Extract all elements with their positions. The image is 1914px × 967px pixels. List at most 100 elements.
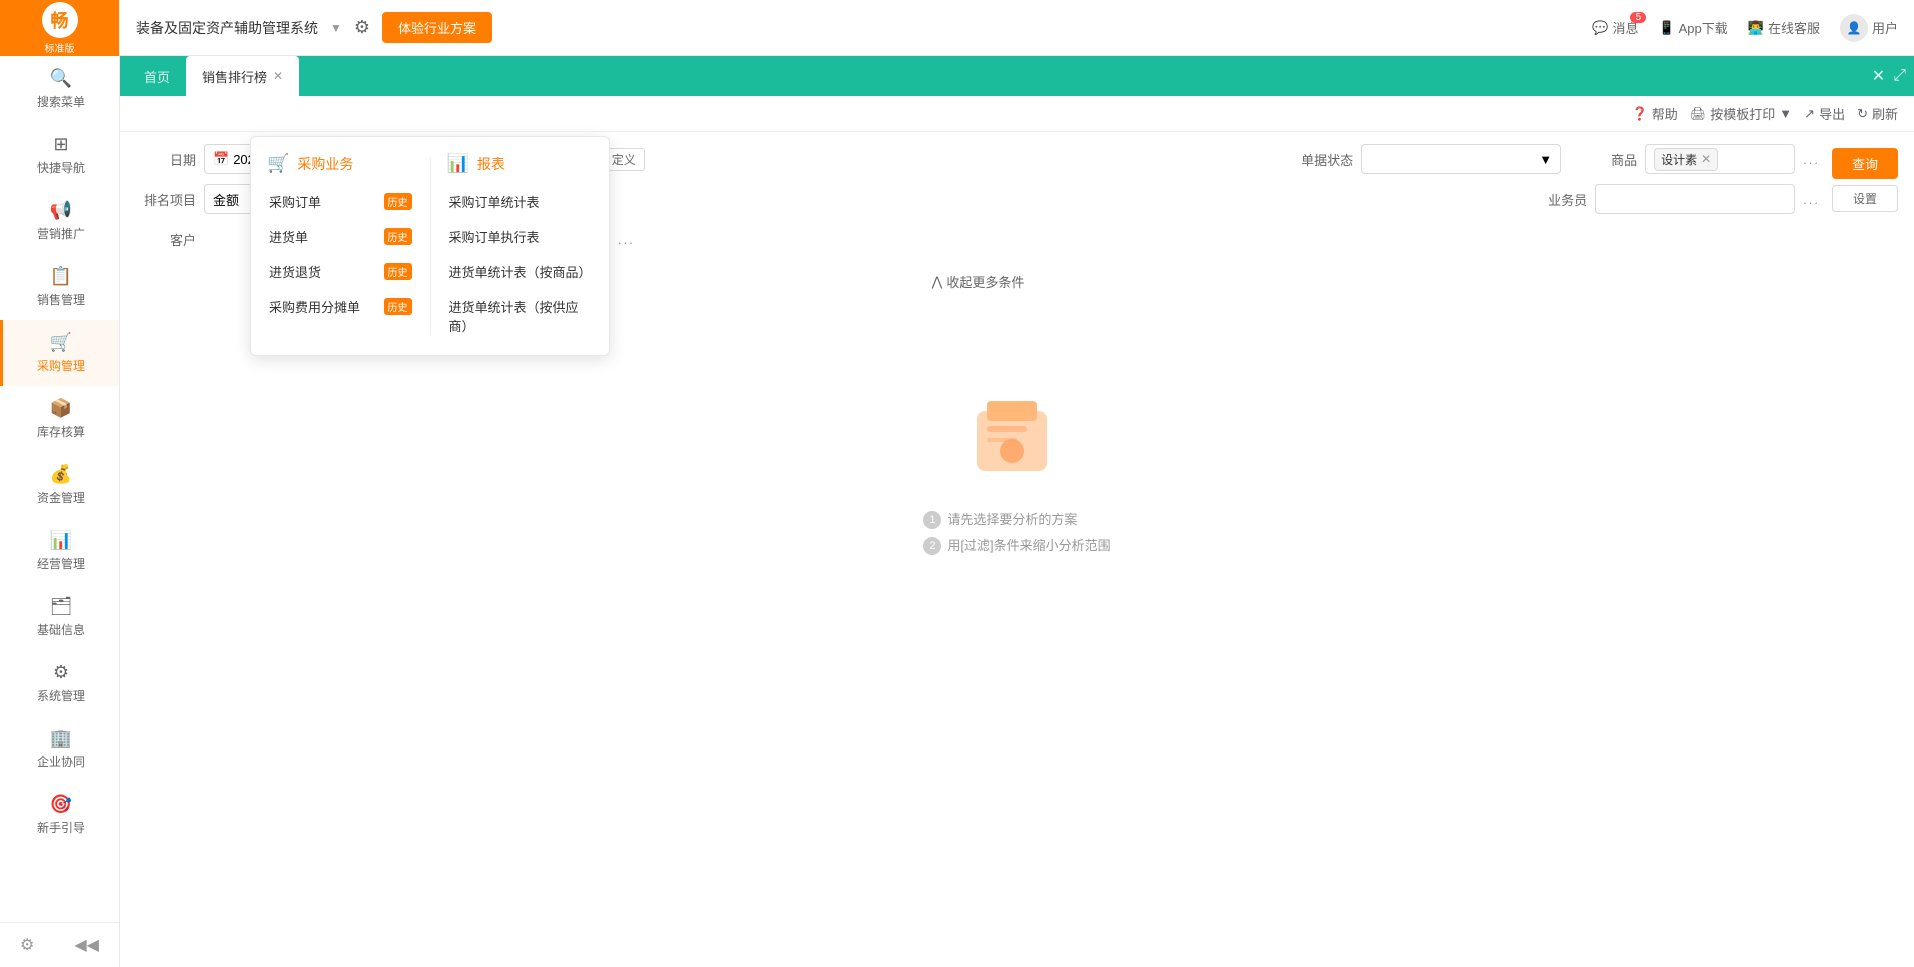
query-btn[interactable]: 查询 bbox=[1832, 148, 1898, 179]
message-badge: 5 bbox=[1630, 12, 1646, 23]
sidebar-item-operations[interactable]: 📊 经营管理 bbox=[0, 518, 119, 584]
salesperson-input[interactable] bbox=[1595, 184, 1795, 214]
collapse-btn[interactable]: ⋀ 收起更多条件 bbox=[932, 272, 1025, 291]
goods-input[interactable]: 设计素 ✕ bbox=[1645, 144, 1795, 174]
empty-illustration bbox=[957, 391, 1077, 491]
inbound-order-badge: 历史 bbox=[384, 228, 412, 245]
sidebar: 畅 标准版 🔍 搜索菜单 ⊞ 快捷导航 📢 营销推广 📋 销售管理 🛒 bbox=[0, 0, 120, 967]
collapse-sidebar-icon[interactable]: ◀◀ bbox=[74, 935, 99, 955]
inbound-stat-goods-item[interactable]: 进货单统计表（按商品） bbox=[439, 254, 602, 289]
inbound-order-label: 进货单 bbox=[269, 227, 308, 246]
message-btn[interactable]: 💬 消息 5 bbox=[1592, 18, 1638, 37]
ranking-value: 金额 bbox=[213, 190, 239, 209]
tabbar-actions: ✕ ⤢ bbox=[1872, 66, 1906, 86]
tab-close-all-icon[interactable]: ✕ bbox=[1872, 66, 1885, 86]
inbound-order-item[interactable]: 进货单 历史 bbox=[259, 219, 422, 254]
status-dropdown-icon: ▼ bbox=[1539, 152, 1552, 167]
app-download-btn[interactable]: 📱 App下载 bbox=[1658, 18, 1727, 37]
filter-goods: 商品 设计素 ✕ ... bbox=[1577, 144, 1820, 174]
purchase-col: 🛒 采购业务 采购订单 历史 进货单 历史 进货退货 历史 bbox=[251, 149, 430, 343]
export-label: 导出 bbox=[1819, 104, 1845, 123]
sidebar-item-quick-nav-label: 快捷导航 bbox=[37, 159, 85, 176]
purchase-order-exec-item[interactable]: 采购订单执行表 bbox=[439, 219, 602, 254]
search-icon: 🔍 bbox=[50, 68, 72, 89]
sales-icon: 📋 bbox=[50, 266, 72, 287]
topbar-dropdown[interactable]: ▼ bbox=[330, 21, 342, 35]
sidebar-item-sales-label: 销售管理 bbox=[37, 291, 85, 308]
sidebar-item-marketing[interactable]: 📢 营销推广 bbox=[0, 188, 119, 254]
online-service-label: 在线客服 bbox=[1768, 18, 1820, 37]
report-col-icon: 📊 bbox=[447, 153, 469, 174]
print-label: 按模板打印 bbox=[1710, 104, 1775, 123]
goods-tag-close[interactable]: ✕ bbox=[1701, 152, 1711, 166]
sidebar-item-search[interactable]: 🔍 搜索菜单 bbox=[0, 56, 119, 122]
operations-icon: 📊 bbox=[50, 530, 72, 551]
export-btn[interactable]: ↗ 导出 bbox=[1804, 104, 1845, 123]
help-btn[interactable]: ❓ 帮助 bbox=[1632, 104, 1678, 123]
purchase-icon: 🛒 bbox=[50, 332, 72, 353]
sidebar-item-basic-info-label: 基础信息 bbox=[37, 621, 85, 638]
purchase-order-badge: 历史 bbox=[384, 193, 412, 210]
basic-info-icon: 🗂 bbox=[50, 596, 73, 617]
print-arrow-icon: ▼ bbox=[1779, 106, 1792, 121]
sidebar-item-guide[interactable]: 🎯 新手引导 bbox=[0, 782, 119, 848]
sidebar-item-purchase[interactable]: 🛒 采购管理 bbox=[0, 320, 119, 386]
inbound-stat-supplier-item[interactable]: 进货单统计表（按供应商） bbox=[439, 289, 602, 343]
app-download-label: App下载 bbox=[1679, 18, 1728, 37]
sidebar-item-guide-label: 新手引导 bbox=[37, 819, 85, 836]
settings-bottom-icon[interactable]: ⚙ bbox=[20, 935, 34, 955]
user-label: 用户 bbox=[1872, 18, 1898, 37]
goods-dots[interactable]: ... bbox=[1803, 152, 1820, 167]
sidebar-item-system-label: 系统管理 bbox=[37, 687, 85, 704]
customer-dots[interactable]: ... bbox=[618, 232, 635, 247]
user-btn[interactable]: 👤 用户 bbox=[1840, 14, 1898, 42]
sidebar-item-purchase-label: 采购管理 bbox=[37, 357, 85, 374]
topbar-setting-icon[interactable]: ⚙ bbox=[354, 17, 370, 38]
purchase-col-title: 🛒 采购业务 bbox=[259, 149, 422, 184]
tab-expand-icon[interactable]: ⤢ bbox=[1893, 67, 1906, 85]
goods-tag: 设计素 ✕ bbox=[1654, 148, 1718, 171]
industry-btn[interactable]: 体验行业方案 bbox=[382, 12, 492, 43]
purchase-dropdown-menu: 🛒 采购业务 采购订单 历史 进货单 历史 进货退货 历史 bbox=[250, 136, 610, 356]
salesperson-dots[interactable]: ... bbox=[1803, 192, 1820, 207]
report-col-title-label: 报表 bbox=[477, 154, 505, 174]
tab-sales-ranking[interactable]: 销售排行榜 ✕ bbox=[186, 56, 299, 96]
tab-close-icon[interactable]: ✕ bbox=[273, 69, 283, 83]
inbound-stat-goods-label: 进货单统计表（按商品） bbox=[449, 262, 592, 281]
inbound-return-item[interactable]: 进货退货 历史 bbox=[259, 254, 422, 289]
sidebar-item-basic-info[interactable]: 🗂 基础信息 bbox=[0, 584, 119, 650]
topbar: 装备及固定资产辅助管理系统 ▼ ⚙ 体验行业方案 💬 消息 5 📱 App下载 … bbox=[120, 0, 1914, 56]
message-icon: 💬 bbox=[1592, 20, 1608, 36]
date-label: 日期 bbox=[136, 150, 196, 169]
tab-home[interactable]: 首页 bbox=[128, 56, 186, 96]
sidebar-item-enterprise[interactable]: 🏢 企业协同 bbox=[0, 716, 119, 782]
sidebar-item-inventory[interactable]: 📦 库存核算 bbox=[0, 386, 119, 452]
refresh-btn[interactable]: ↻ 刷新 bbox=[1857, 104, 1898, 123]
filter-salesperson: 业务员 ... bbox=[1527, 184, 1820, 214]
sidebar-item-finance[interactable]: 💰 资金管理 bbox=[0, 452, 119, 518]
purchase-order-stat-item[interactable]: 采购订单统计表 bbox=[439, 184, 602, 219]
query-btns: 查询 设置 bbox=[1832, 148, 1898, 212]
step1-num: 1 bbox=[923, 511, 941, 529]
empty-state: 1 请先选择要分析的方案 2 用[过滤]条件来缩小分析范围 bbox=[120, 311, 1914, 639]
goods-label: 商品 bbox=[1577, 150, 1637, 169]
goods-tag-label: 设计素 bbox=[1661, 151, 1697, 168]
sidebar-item-quick-nav[interactable]: ⊞ 快捷导航 bbox=[0, 122, 119, 188]
purchase-expense-item[interactable]: 采购费用分摊单 历史 bbox=[259, 289, 422, 324]
setting-btn[interactable]: 设置 bbox=[1832, 185, 1898, 212]
logo-icon: 畅 bbox=[42, 2, 78, 38]
inbound-return-badge: 历史 bbox=[384, 263, 412, 280]
purchase-order-item[interactable]: 采购订单 历史 bbox=[259, 184, 422, 219]
service-icon: 👨‍💻 bbox=[1748, 20, 1764, 36]
inbound-stat-supplier-label: 进货单统计表（按供应商） bbox=[449, 297, 592, 335]
sidebar-item-operations-label: 经营管理 bbox=[37, 555, 85, 572]
filter-toolbar: ❓ 帮助 🖨 按模板打印 ▼ ↗ 导出 ↻ 刷新 bbox=[120, 96, 1914, 132]
status-select[interactable]: ▼ bbox=[1361, 144, 1561, 174]
avatar-icon: 👤 bbox=[1847, 21, 1862, 35]
online-service-btn[interactable]: 👨‍💻 在线客服 bbox=[1748, 18, 1820, 37]
calendar-icon: 📅 bbox=[213, 151, 229, 167]
sidebar-item-sales[interactable]: 📋 销售管理 bbox=[0, 254, 119, 320]
sidebar-item-system[interactable]: ⚙ 系统管理 bbox=[0, 650, 119, 716]
print-btn[interactable]: 🖨 按模板打印 ▼ bbox=[1690, 104, 1792, 123]
report-col-title: 📊 报表 bbox=[439, 149, 602, 184]
